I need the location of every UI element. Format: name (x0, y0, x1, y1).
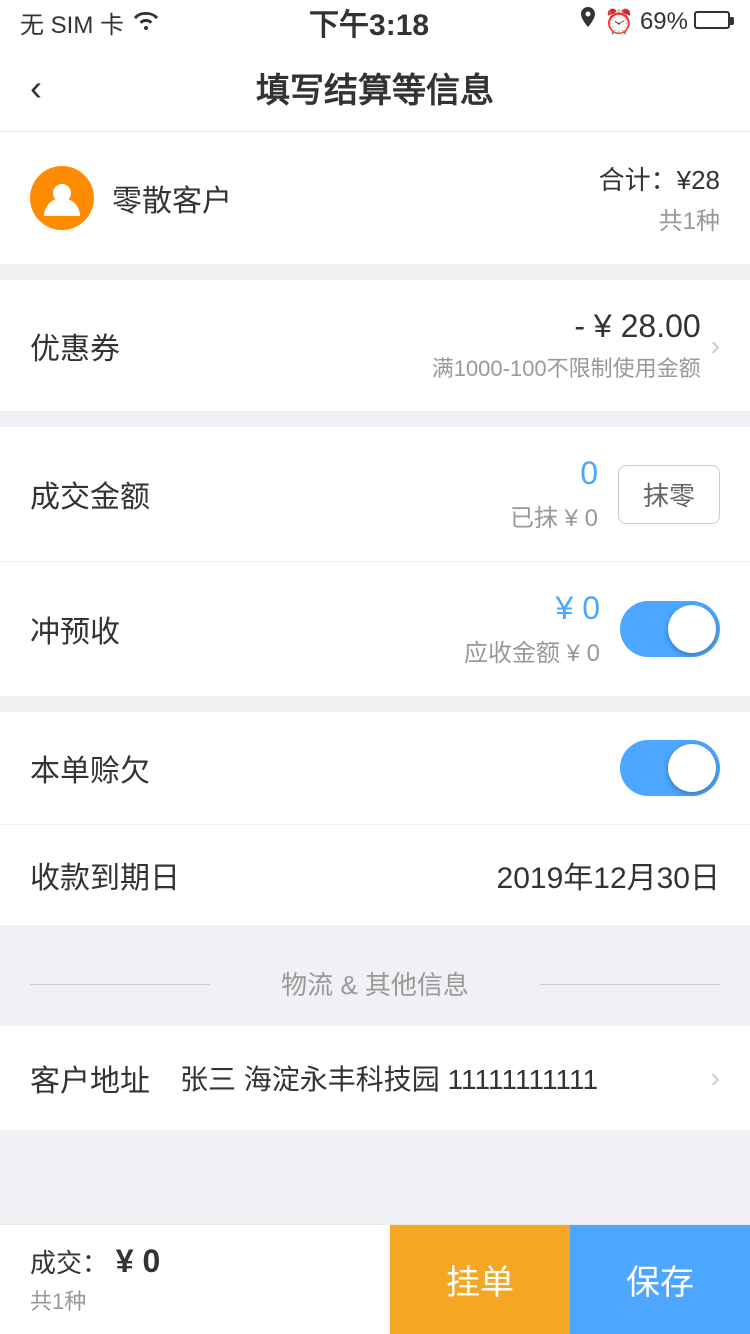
content: 零散客户 合计：¥28 共1种 优惠券 - ¥ 28.00 满1000-100不… (0, 132, 750, 1266)
logistics-text: 物流 & 其他信息 (281, 970, 469, 1000)
alarm-icon: ⏰ (604, 8, 634, 37)
customer-right: 合计：¥28 共1种 (599, 160, 720, 236)
hold-button[interactable]: 挂单 (390, 1225, 570, 1334)
address-value: 张三 海淀永丰科技园 11111111111 (180, 1058, 701, 1098)
coupon-amount: - ¥ 28.00 (432, 308, 701, 345)
prepay-label: 冲预收 (30, 607, 120, 651)
credit-row: 本单赊欠 (0, 712, 750, 825)
prepay-right: ¥ 0 应收金额 ¥ 0 (464, 590, 720, 668)
coupon-right: - ¥ 28.00 满1000-100不限制使用金额 › (432, 308, 720, 383)
status-right: ⏰ 69% (578, 7, 730, 38)
customer-name: 零散客户 (112, 176, 232, 220)
prepay-sub: 应收金额 ¥ 0 (464, 633, 600, 668)
status-bar: 无 SIM 卡 下午3:18 ⏰ 69% (0, 0, 750, 44)
address-arrow-icon: › (711, 1062, 720, 1094)
status-left: 无 SIM 卡 (20, 5, 160, 40)
status-time: 下午3:18 (309, 0, 429, 44)
credit-toggle[interactable] (620, 740, 720, 796)
address-label: 客户地址 (30, 1056, 150, 1100)
deal-row: 成交金额 0 已抹 ¥ 0 抹零 (0, 427, 750, 562)
total-amount: 合计：¥28 (599, 160, 720, 197)
credit-section: 本单赊欠 收款到期日 2019年12月30日 (0, 712, 750, 925)
due-date-row: 收款到期日 2019年12月30日 (0, 825, 750, 925)
prepay-toggle[interactable] (620, 601, 720, 657)
deal-value: 0 (580, 455, 598, 491)
deal-right: 0 已抹 ¥ 0 抹零 (510, 455, 720, 533)
avatar (30, 166, 94, 230)
credit-toggle-knob (668, 744, 716, 792)
save-button[interactable]: 保存 (570, 1225, 750, 1334)
customer-left: 零散客户 (30, 166, 232, 230)
due-date-label: 收款到期日 (30, 853, 180, 897)
back-button[interactable]: ‹ (30, 67, 42, 109)
coupon-section[interactable]: 优惠券 - ¥ 28.00 满1000-100不限制使用金额 › (0, 280, 750, 411)
location-icon (578, 7, 598, 38)
battery-icon (694, 8, 730, 36)
round-off-button[interactable]: 抹零 (618, 465, 720, 524)
deal-sub: 已抹 ¥ 0 (510, 498, 598, 533)
wifi-icon (132, 8, 160, 37)
battery-percentage: 69% (640, 8, 688, 36)
address-section[interactable]: 客户地址 张三 海淀永丰科技园 11111111111 › (0, 1026, 750, 1130)
sim-status: 无 SIM 卡 (20, 5, 124, 40)
total-count: 共1种 (599, 201, 720, 236)
logistics-header: 物流 & 其他信息 (0, 941, 750, 1026)
credit-right (620, 740, 720, 796)
due-date-value: 2019年12月30日 (497, 853, 720, 897)
nav-title: 填写结算等信息 (256, 63, 494, 112)
customer-section: 零散客户 合计：¥28 共1种 (0, 132, 750, 264)
bottom-bar: 成交： ¥ 0 共1种 挂单 保存 (0, 1224, 750, 1334)
coupon-desc: 满1000-100不限制使用金额 (432, 351, 701, 383)
bottom-deal-label: 成交： (30, 1248, 108, 1278)
prepay-row: 冲预收 ¥ 0 应收金额 ¥ 0 (0, 562, 750, 696)
coupon-label: 优惠券 (30, 324, 120, 368)
bottom-deal-row: 成交： ¥ 0 (30, 1243, 360, 1280)
bottom-info: 成交： ¥ 0 共1种 (0, 1243, 390, 1316)
bottom-amount: ¥ 0 (116, 1243, 160, 1279)
coupon-arrow-icon: › (711, 330, 720, 362)
deal-prepay-section: 成交金额 0 已抹 ¥ 0 抹零 冲预收 ¥ 0 应收金额 ¥ 0 (0, 427, 750, 696)
deal-label: 成交金额 (30, 472, 150, 516)
nav-bar: ‹ 填写结算等信息 (0, 44, 750, 132)
prepay-value: ¥ 0 (556, 590, 600, 626)
toggle-knob (668, 605, 716, 653)
credit-label: 本单赊欠 (30, 746, 150, 790)
bottom-count: 共1种 (30, 1284, 360, 1316)
